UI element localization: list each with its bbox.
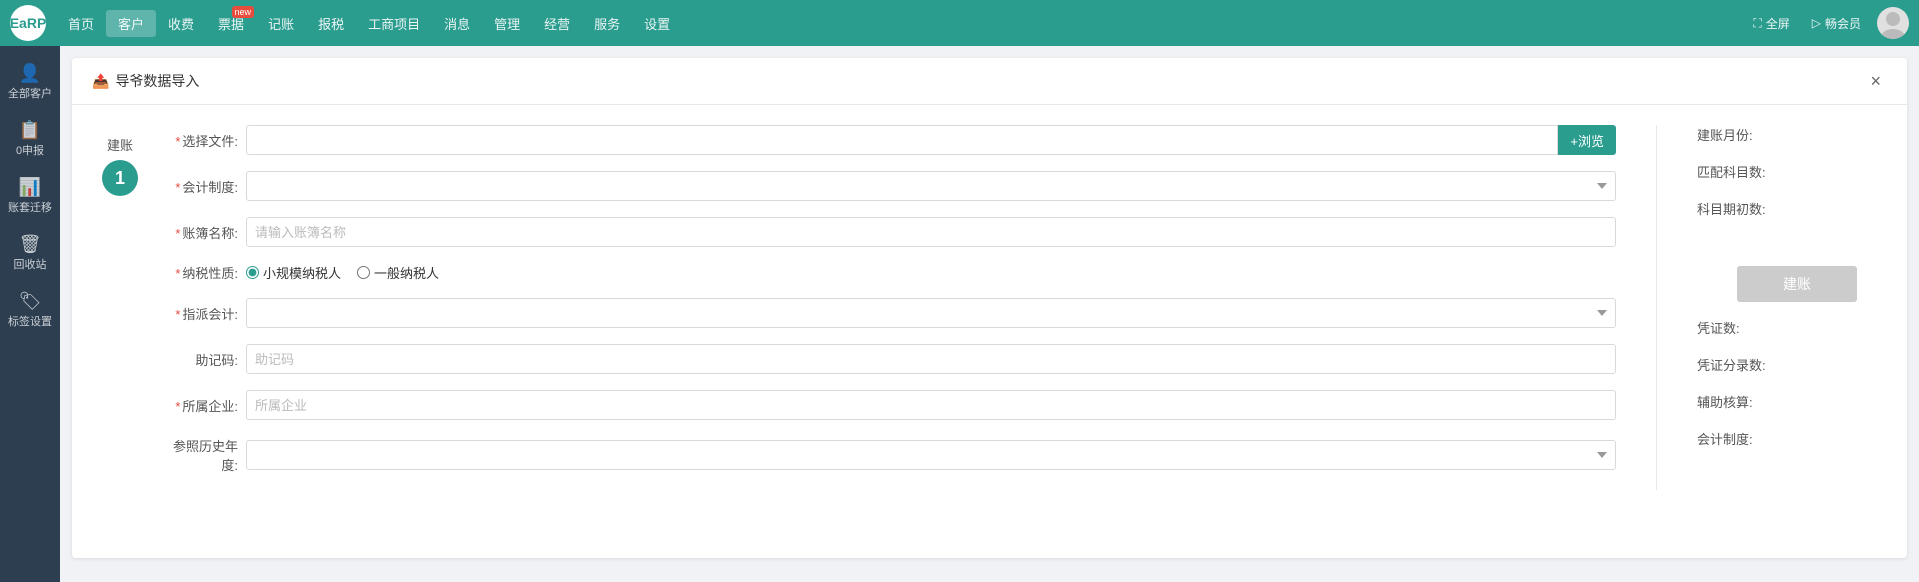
file-label: *选择文件: [158,131,238,150]
user-icon: 👤 [19,64,41,82]
file-input-group: +浏览 [246,125,1616,155]
close-button[interactable]: × [1864,70,1887,92]
build-month-label: 建账月份: [1697,125,1787,144]
accounting-system-row: *会计制度: [158,171,1616,201]
company-row: *所属企业: [158,390,1616,420]
nav-right: ⛶ 全屏 ▷ 畅会员 [1747,7,1909,39]
top-nav: EaRP 首页 客户 收费 票据 new 记账 报税 工商项目 消息 管理 经营… [0,0,1919,46]
accountant-row: *指派会计: [158,298,1616,328]
memo-row: 助记码: [158,344,1616,374]
create-btn-container: 建账 [1697,246,1877,302]
subject-init-row: 科目期初数: [1697,199,1877,218]
accounting-system-label: *会计制度: [158,177,238,196]
member-button[interactable]: ▷ 畅会员 [1806,12,1867,35]
step-indicator: 建账 1 [102,135,138,196]
match-subjects-row: 匹配科目数: [1697,162,1877,181]
voucher-entries-row: 凭证分录数: [1697,355,1877,374]
nav-accounting[interactable]: 记账 [256,10,306,37]
nav-finance[interactable]: 经营 [532,10,582,37]
nav-settings[interactable]: 设置 [632,10,682,37]
sidebar-item-tag-settings[interactable]: 🏷 标签设置 [0,282,60,339]
migration-icon: 📊 [19,178,41,196]
main-content: 📤 导爷数据导入 × 建账 1 [60,46,1919,582]
user-avatar[interactable] [1877,7,1909,39]
tax-option-small[interactable]: 小规模纳税人 [246,263,341,282]
ledger-name-row: *账簿名称: [158,217,1616,247]
memo-input[interactable] [246,344,1616,374]
right-accounting-system-row: 会计制度: [1697,429,1877,448]
declaration-icon: 📋 [19,121,41,139]
ref-year-select[interactable] [246,440,1616,470]
step-circle: 1 [102,160,138,196]
dialog-body: 建账 1 *选择文件: [72,105,1907,510]
tag-icon: 🏷 [19,292,42,310]
play-icon: ▷ [1812,16,1821,30]
company-label: *所属企业: [158,396,238,415]
dialog-container: 📤 导爷数据导入 × 建账 1 [72,58,1907,558]
dialog-title: 📤 导爷数据导入 [92,71,199,91]
subject-init-label: 科目期初数: [1697,199,1787,218]
accountant-label: *指派会计: [158,304,238,323]
nav-invoice[interactable]: 票据 new [206,10,256,37]
new-badge: new [232,6,255,18]
nav-billing[interactable]: 收费 [156,10,206,37]
voucher-count-row: 凭证数: [1697,318,1877,337]
right-accounting-system-label: 会计制度: [1697,429,1787,448]
file-input[interactable] [246,125,1558,155]
file-row: *选择文件: +浏览 [158,125,1616,155]
aux-accounting-label: 辅助核算: [1697,392,1787,411]
accounting-system-select[interactable] [246,171,1616,201]
fullscreen-button[interactable]: ⛶ 全屏 [1747,12,1795,35]
trash-icon: 🗑 [19,235,42,253]
ledger-name-label: *账簿名称: [158,223,238,242]
tax-type-label: *纳税性质: [158,263,238,282]
sidebar: 👤 全部客户 📋 0申报 📊 账套迁移 🗑 回收站 🏷 标签设置 [0,46,60,582]
company-input[interactable] [246,390,1616,420]
nav-customer[interactable]: 客户 [106,10,156,37]
sidebar-item-recycle[interactable]: 🗑 回收站 [0,225,60,282]
app-logo: EaRP [10,5,46,41]
nav-message[interactable]: 消息 [432,10,482,37]
nav-service[interactable]: 服务 [582,10,632,37]
ref-year-row: 参照历史年度: [158,436,1616,474]
nav-admin[interactable]: 管理 [482,10,532,37]
form-section: 建账 1 *选择文件: [102,125,1657,490]
ref-year-label: 参照历史年度: [158,436,238,474]
aux-accounting-row: 辅助核算: [1697,392,1877,411]
upload-icon: 📤 [92,73,109,90]
tax-option-general[interactable]: 一般纳税人 [357,263,439,282]
nav-tax[interactable]: 报税 [306,10,356,37]
sidebar-item-all-customers[interactable]: 👤 全部客户 [0,54,60,111]
layout: 👤 全部客户 📋 0申报 📊 账套迁移 🗑 回收站 🏷 标签设置 📤 导爷 [0,46,1919,582]
sidebar-item-declaration[interactable]: 📋 0申报 [0,111,60,168]
info-section: 建账月份: 匹配科目数: 科目期初数: 建账 [1657,125,1877,490]
form-fields: *选择文件: +浏览 *会计制度: [158,125,1616,490]
tax-type-row: *纳税性质: 小规模纳税人 一般纳税人 [158,263,1616,282]
fullscreen-icon: ⛶ [1753,16,1761,31]
voucher-entries-label: 凭证分录数: [1697,355,1787,374]
sidebar-item-account-migration[interactable]: 📊 账套迁移 [0,168,60,225]
accountant-select[interactable] [246,298,1616,328]
nav-business[interactable]: 工商项目 [356,10,432,37]
tax-radio-group: 小规模纳税人 一般纳税人 [246,263,439,282]
voucher-count-label: 凭证数: [1697,318,1787,337]
create-account-button[interactable]: 建账 [1737,266,1857,302]
memo-label: 助记码: [158,350,238,369]
nav-items: 首页 客户 收费 票据 new 记账 报税 工商项目 消息 管理 经营 服务 设… [56,10,1747,37]
dialog-header: 📤 导爷数据导入 × [72,58,1907,105]
nav-home[interactable]: 首页 [56,10,106,37]
ledger-name-input[interactable] [246,217,1616,247]
build-month-row: 建账月份: [1697,125,1877,144]
match-subjects-label: 匹配科目数: [1697,162,1787,181]
browse-button[interactable]: +浏览 [1558,125,1616,155]
